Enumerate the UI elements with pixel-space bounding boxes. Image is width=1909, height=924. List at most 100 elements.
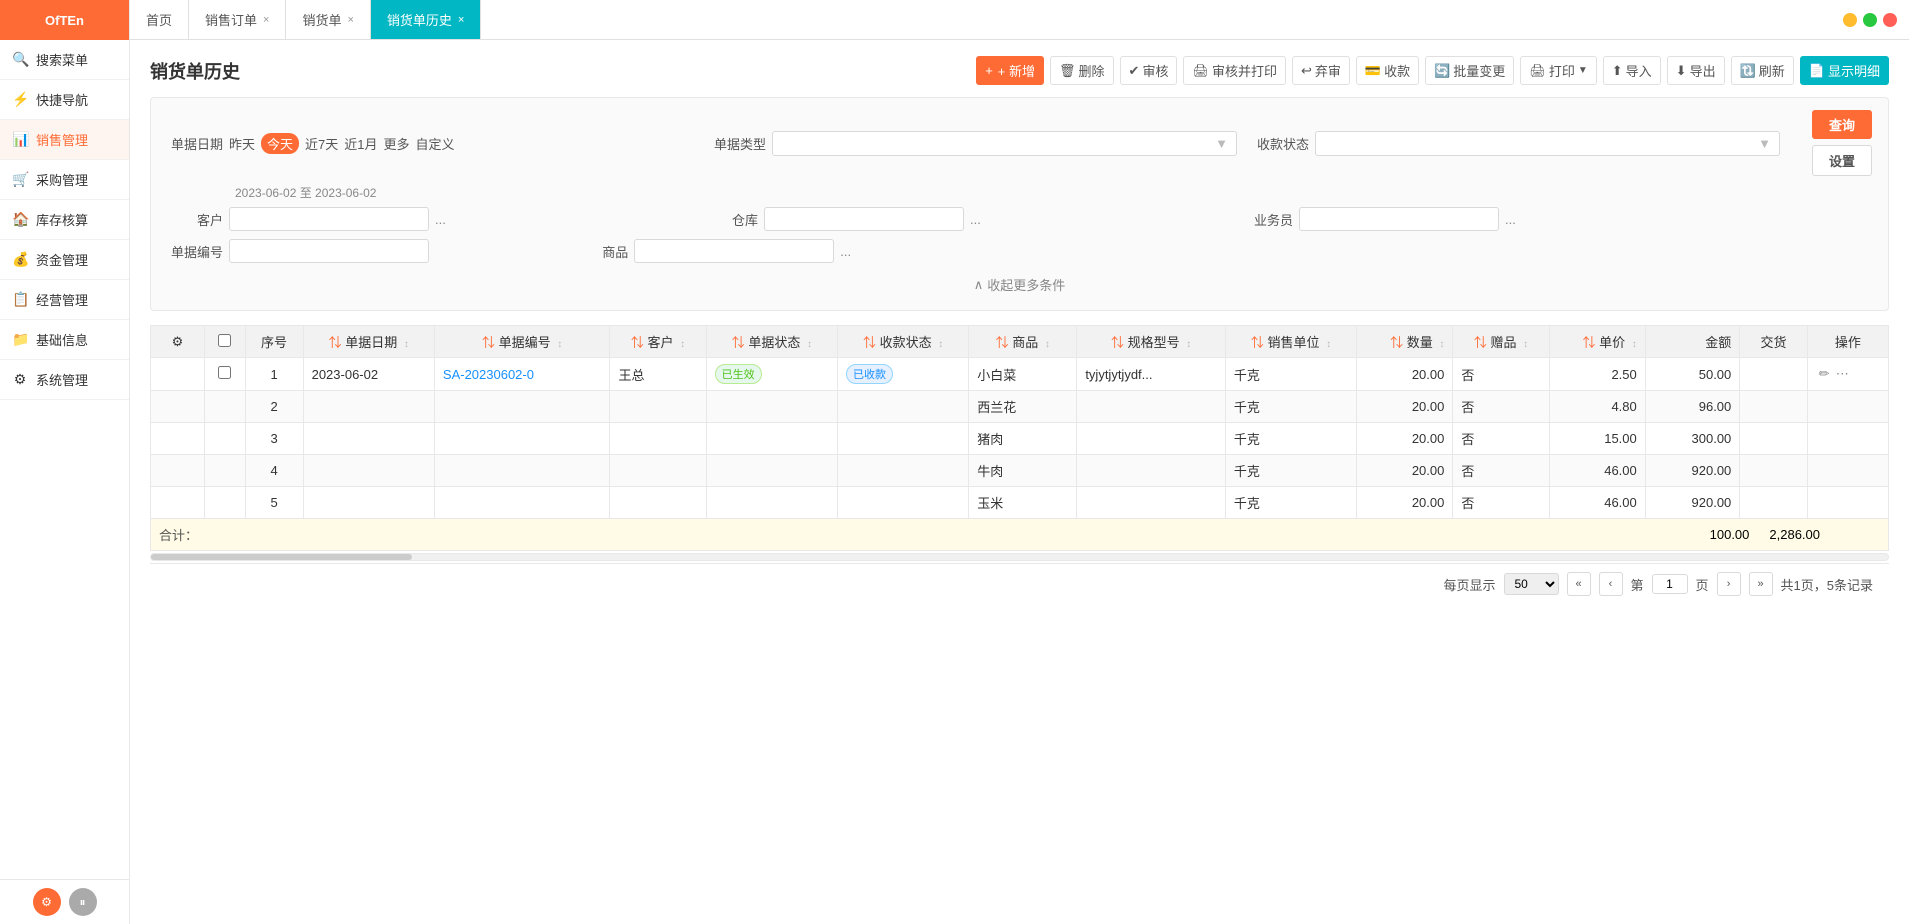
row-ops-cell [1807, 391, 1888, 423]
sidebar-item-sales-mgmt[interactable]: 📊 销售管理 [0, 120, 129, 160]
date-7days[interactable]: 近7天 [305, 134, 338, 153]
tab-sales-history-close[interactable]: × [458, 14, 464, 26]
col-price-header[interactable]: ⇅ 单价 ↕ [1549, 326, 1645, 358]
edit-icon[interactable]: ✏ [1819, 366, 1830, 381]
prev-page-btn[interactable]: ‹ [1599, 572, 1623, 596]
warehouse-label: 仓库 [702, 210, 758, 229]
col-docstatus-header[interactable]: ⇅ 单据状态 ↕ [706, 326, 837, 358]
row-price-cell: 46.00 [1549, 487, 1645, 519]
tab-home[interactable]: 首页 [130, 0, 189, 39]
customer-ellipsis[interactable]: ... [435, 212, 446, 227]
export-button[interactable]: ⬇ 导出 [1667, 56, 1725, 85]
row-goods-cell: 玉米 [969, 487, 1077, 519]
tab-sales-delivery-close[interactable]: × [347, 14, 353, 26]
abandon-button[interactable]: ↩ 弃审 [1292, 56, 1350, 85]
col-date-header[interactable]: ⇅ 单据日期 ↕ [303, 326, 434, 358]
row-cust-cell: 王总 [610, 358, 706, 391]
more-icon[interactable]: ⋯ [1836, 366, 1849, 381]
sidebar-item-sys-mgmt[interactable]: ⚙ 系统管理 [0, 360, 129, 400]
sidebar-item-ops-mgmt[interactable]: 📋 经营管理 [0, 280, 129, 320]
docno-input[interactable] [229, 239, 429, 263]
warehouse-ellipsis[interactable]: ... [970, 212, 981, 227]
salesperson-input[interactable] [1299, 207, 1499, 231]
col-settings[interactable]: ⚙ [151, 326, 205, 358]
row-date-cell [303, 423, 434, 455]
col-spec-header[interactable]: ⇅ 规格型号 ↕ [1077, 326, 1226, 358]
filter-settings-button[interactable]: 设置 [1812, 145, 1872, 176]
page-size-select[interactable]: 20 50 100 200 [1504, 573, 1559, 595]
maximize-btn[interactable] [1863, 13, 1877, 27]
sidebar-item-label: 经营管理 [36, 290, 88, 309]
delete-button[interactable]: 🗑 删除 [1050, 56, 1114, 85]
row-qty-cell: 20.00 [1357, 455, 1453, 487]
sidebar-item-quick-nav[interactable]: ⚡ 快捷导航 [0, 80, 129, 120]
col-cust-header[interactable]: ⇅ 客户 ↕ [610, 326, 706, 358]
row-amount-cell: 96.00 [1645, 391, 1740, 423]
sidebar-item-label: 快捷导航 [36, 90, 88, 109]
import-button[interactable]: ⬆ 导入 [1603, 56, 1661, 85]
tab-sales-order-close[interactable]: × [263, 14, 269, 26]
sidebar-item-basic-info[interactable]: 📁 基础信息 [0, 320, 129, 360]
warehouse-input[interactable] [764, 207, 964, 231]
row-check-cell [205, 455, 246, 487]
date-today[interactable]: 今天 [261, 133, 299, 154]
col-paystatus-header[interactable]: ⇅ 收款状态 ↕ [837, 326, 968, 358]
tab-bar: 首页 销售订单 × 销货单 × 销货单历史 × [130, 0, 1909, 40]
date-1month[interactable]: 近1月 [344, 134, 377, 153]
row-num-cell [434, 487, 610, 519]
sidebar-item-purchase-mgmt[interactable]: 🛒 采购管理 [0, 160, 129, 200]
col-check[interactable] [205, 326, 246, 358]
finance-mgmt-icon: 💰 [12, 251, 28, 268]
row-ops-cell [1807, 455, 1888, 487]
salesperson-ellipsis[interactable]: ... [1505, 212, 1516, 227]
doctype-select[interactable]: ▼ [772, 131, 1237, 156]
first-page-btn[interactable]: « [1567, 572, 1591, 596]
next-page-btn[interactable]: › [1717, 572, 1741, 596]
page-number-input[interactable] [1652, 574, 1688, 594]
row-checkbox[interactable] [218, 366, 231, 379]
new-icon: + [985, 63, 993, 78]
sidebar-toggle-btn[interactable]: ⏸ [69, 888, 97, 916]
pagination: 每页显示 20 50 100 200 « ‹ 第 页 › » 共1页，5条记录 [150, 563, 1889, 604]
show-detail-button[interactable]: 📄 显示明细 [1800, 56, 1889, 85]
col-unit-header[interactable]: ⇅ 销售单位 ↕ [1225, 326, 1356, 358]
query-buttons: 查询 设置 [1812, 110, 1872, 176]
audit-button[interactable]: ✔ 审核 [1120, 56, 1178, 85]
minimize-btn[interactable] [1843, 13, 1857, 27]
sidebar-item-finance-mgmt[interactable]: 💰 资金管理 [0, 240, 129, 280]
collapse-button[interactable]: ∧ 收起更多条件 [167, 271, 1872, 298]
goods-ellipsis[interactable]: ... [840, 244, 851, 259]
tab-sales-order[interactable]: 销售订单 × [189, 0, 286, 39]
sidebar-item-label: 库存核算 [36, 210, 88, 229]
footer-total-qty: 100.00 [1269, 527, 1769, 542]
audit-print-button[interactable]: 🖨 审核并打印 [1183, 56, 1286, 85]
row-gift-cell: 否 [1453, 391, 1549, 423]
sidebar-item-search-menu[interactable]: 🔍 搜索菜单 [0, 40, 129, 80]
collect-button[interactable]: 💳 收款 [1356, 56, 1419, 85]
new-button[interactable]: + + 新增 [976, 56, 1044, 85]
tab-sales-history[interactable]: 销货单历史 × [371, 0, 481, 39]
col-qty-header[interactable]: ⇅ 数量 ↕ [1357, 326, 1453, 358]
select-all-checkbox[interactable] [218, 334, 231, 347]
last-page-btn[interactable]: » [1749, 572, 1773, 596]
col-gift-header[interactable]: ⇅ 赠品 ↕ [1453, 326, 1549, 358]
date-custom[interactable]: 自定义 [416, 134, 455, 153]
date-more[interactable]: 更多 [384, 134, 410, 153]
tab-sales-delivery[interactable]: 销货单 × [286, 0, 370, 39]
search-button[interactable]: 查询 [1812, 110, 1872, 139]
total-pages-label: 页 [1696, 575, 1709, 594]
col-num-header[interactable]: ⇅ 单据编号 ↕ [434, 326, 610, 358]
sidebar-item-inventory[interactable]: 🏠 库存核算 [0, 200, 129, 240]
customer-input[interactable] [229, 207, 429, 231]
print-button[interactable]: 🖨 打印 ▼ [1520, 56, 1596, 85]
paystatus-select[interactable]: ▼ [1315, 131, 1780, 156]
batch-change-button[interactable]: 🔄 批量变更 [1425, 56, 1514, 85]
refresh-button[interactable]: 🔃 刷新 [1731, 56, 1794, 85]
filter-area: 单据日期 昨天 今天 近7天 近1月 更多 自定义 单据类型 ▼ [150, 97, 1889, 311]
date-yesterday[interactable]: 昨天 [229, 134, 255, 153]
close-btn[interactable] [1883, 13, 1897, 27]
goods-input[interactable] [634, 239, 834, 263]
row-goods-cell: 西兰花 [969, 391, 1077, 423]
col-goods-header[interactable]: ⇅ 商品 ↕ [969, 326, 1077, 358]
sidebar-settings-btn[interactable]: ⚙ [33, 888, 61, 916]
